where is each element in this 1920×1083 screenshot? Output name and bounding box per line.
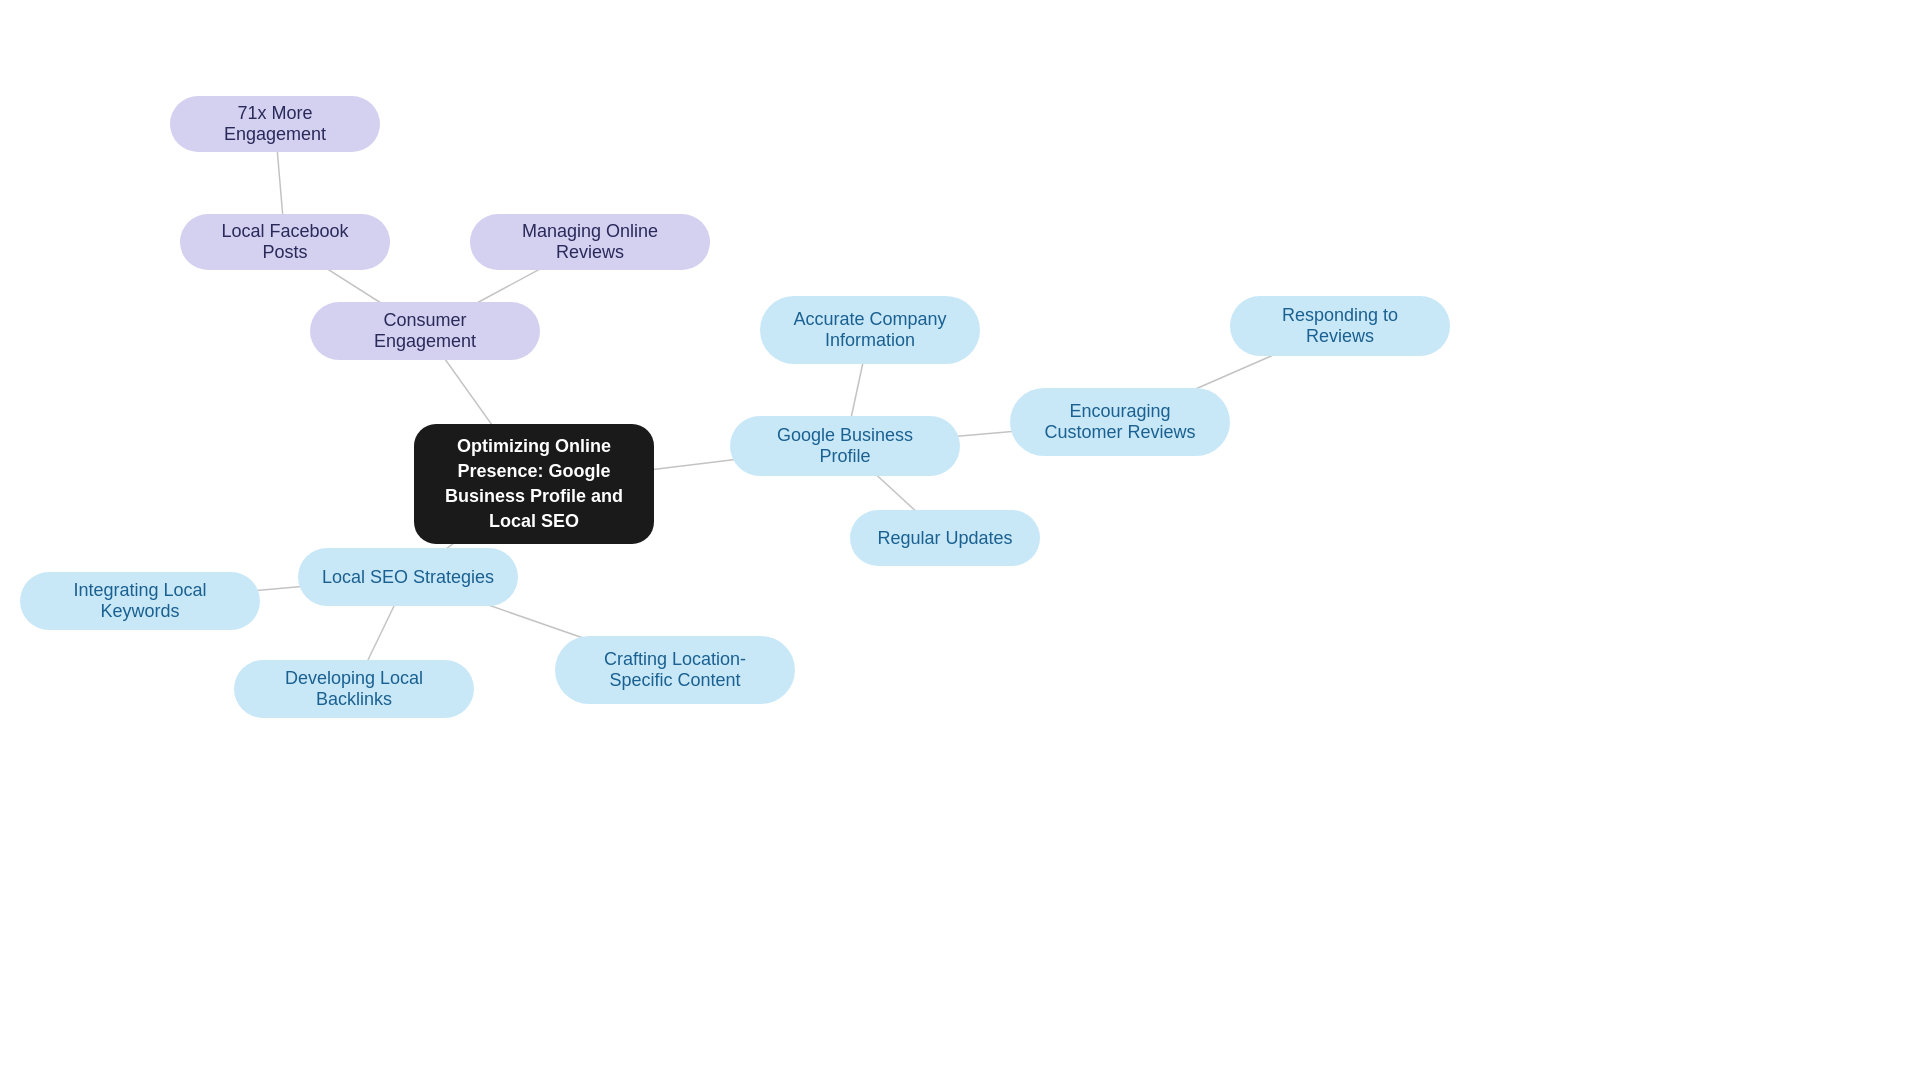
node-google-business[interactable]: Google Business Profile	[730, 416, 960, 476]
node-accurate-info[interactable]: Accurate Company Information	[760, 296, 980, 364]
node-71x-engagement[interactable]: 71x More Engagement	[170, 96, 380, 152]
node-integrating-keywords[interactable]: Integrating Local Keywords	[20, 572, 260, 630]
node-consumer-engagement[interactable]: Consumer Engagement	[310, 302, 540, 360]
node-managing-reviews[interactable]: Managing Online Reviews	[470, 214, 710, 270]
node-crafting-content[interactable]: Crafting Location-Specific Content	[555, 636, 795, 704]
node-regular-updates[interactable]: Regular Updates	[850, 510, 1040, 566]
node-responding-reviews[interactable]: Responding to Reviews	[1230, 296, 1450, 356]
center-node[interactable]: Optimizing Online Presence: Google Busin…	[414, 424, 654, 544]
center-label: Optimizing Online Presence: Google Busin…	[436, 434, 632, 535]
node-local-facebook[interactable]: Local Facebook Posts	[180, 214, 390, 270]
node-developing-backlinks[interactable]: Developing Local Backlinks	[234, 660, 474, 718]
node-encouraging-reviews[interactable]: Encouraging Customer Reviews	[1010, 388, 1230, 456]
node-local-seo[interactable]: Local SEO Strategies	[298, 548, 518, 606]
